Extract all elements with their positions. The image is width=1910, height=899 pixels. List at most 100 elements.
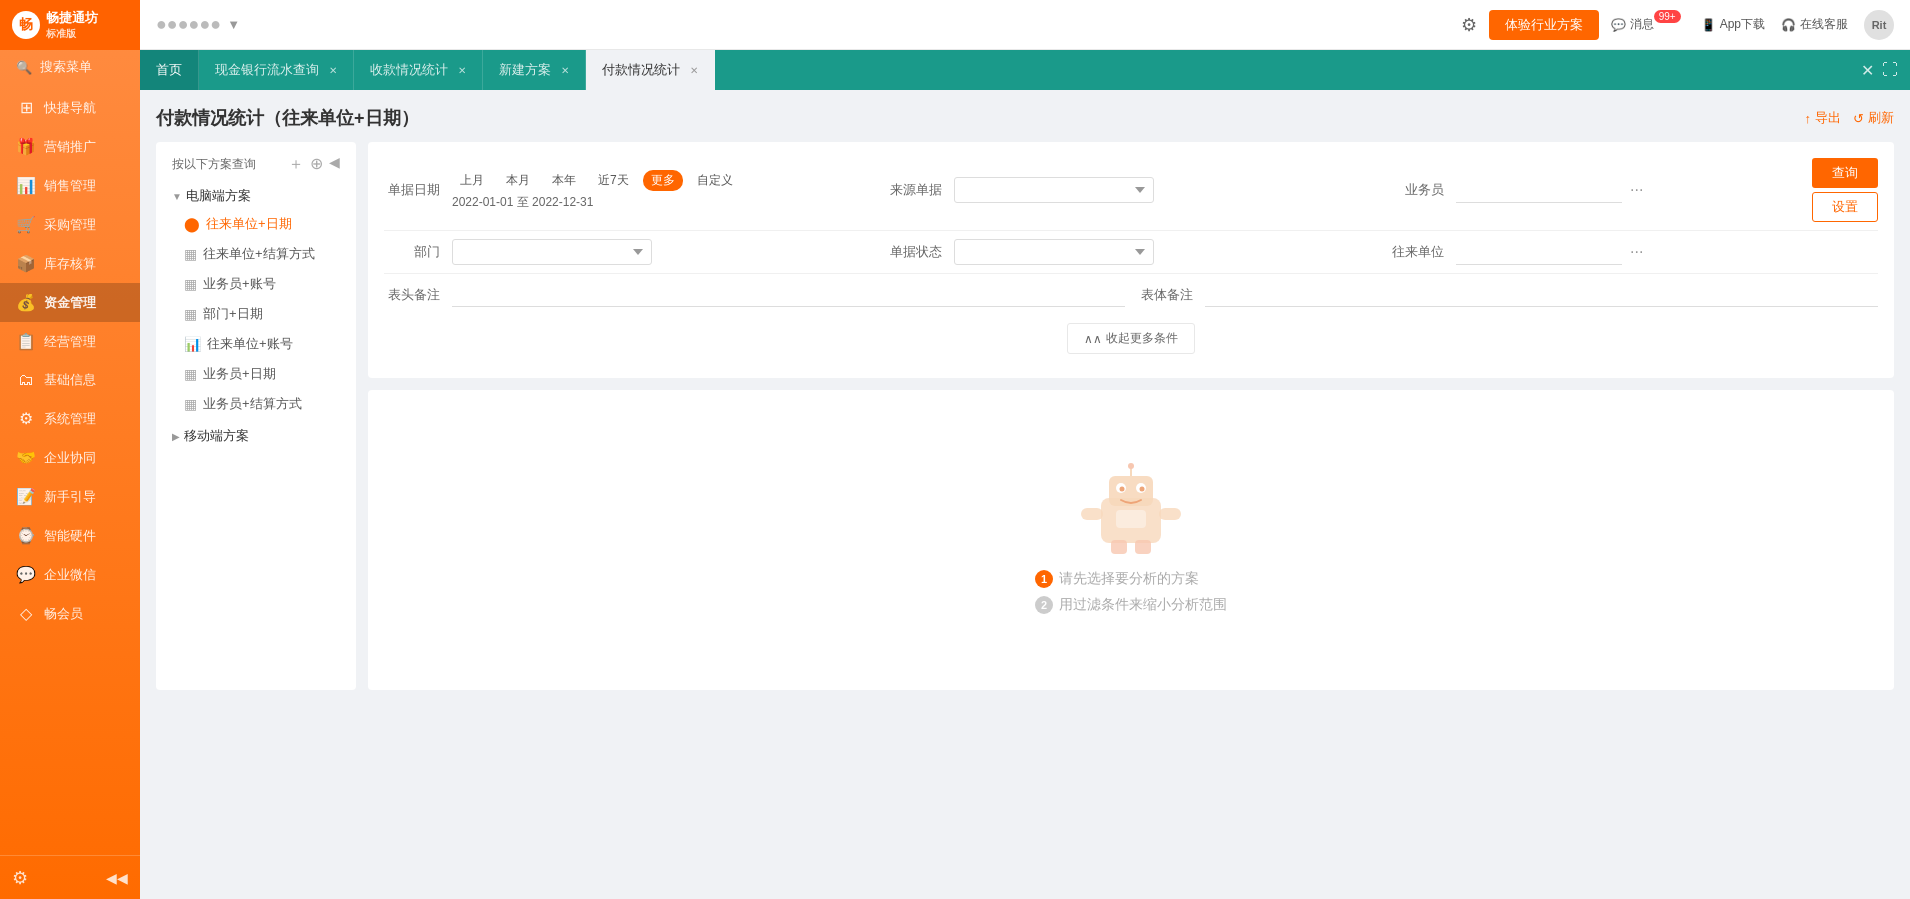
tab-close-receivable[interactable]: ✕: [458, 65, 466, 76]
counterpart-input[interactable]: [1456, 240, 1622, 265]
sidebar-logo: 畅 畅捷通坊 标准版: [0, 0, 140, 50]
enterprise-icon: 🤝: [16, 448, 36, 467]
query-btn[interactable]: 查询: [1812, 158, 1878, 188]
settings-btn[interactable]: 设置: [1812, 192, 1878, 222]
footer-collapse-icon[interactable]: ◀◀: [106, 870, 128, 886]
date-option-this-year[interactable]: 本年: [544, 169, 584, 192]
hardware-icon: ⌚: [16, 526, 36, 545]
tab-close-cash-flow[interactable]: ✕: [329, 65, 337, 76]
svg-point-7: [1128, 463, 1134, 469]
date-option-this-month[interactable]: 本月: [498, 169, 538, 192]
tab-close-all-icon[interactable]: ✕: [1861, 61, 1874, 80]
system-icon: ⚙: [16, 409, 36, 428]
main-layout: 按以下方案查询 ＋ ⊕ ◀ ▼ 电脑端方案 ⬤ 往来单位+日期: [156, 142, 1894, 690]
content-area: 付款情况统计（往来单位+日期） ↑ 导出 ↺ 刷新 按以下方案查询 ＋: [140, 90, 1910, 899]
scheme-item-dept-date[interactable]: ▦ 部门+日期: [164, 299, 348, 329]
notification-badge: 99+: [1654, 10, 1681, 23]
sidebar-item-wechat[interactable]: 💬 企业微信: [0, 555, 140, 594]
scheme-settings-icon[interactable]: ⊕: [310, 154, 323, 175]
sidebar-item-quick-nav[interactable]: ⊞ 快捷导航: [0, 88, 140, 127]
tabbar: 首页 现金银行流水查询 ✕ 收款情况统计 ✕ 新建方案 ✕ 付款情况统计 ✕ ✕…: [140, 50, 1910, 90]
logo-text: 畅捷通坊 标准版: [46, 9, 98, 41]
scheme-item-unit-account[interactable]: 📊 往来单位+账号: [164, 329, 348, 359]
tab-payment-stats[interactable]: 付款情况统计 ✕: [586, 50, 715, 90]
tab-home[interactable]: 首页: [140, 50, 199, 90]
marketing-icon: 🎁: [16, 137, 36, 156]
sidebar-item-system[interactable]: ⚙ 系统管理: [0, 399, 140, 438]
sidebar-item-marketing[interactable]: 🎁 营销推广: [0, 127, 140, 166]
svg-rect-12: [1116, 510, 1146, 528]
scheme-collapse-icon[interactable]: ◀: [329, 154, 340, 175]
svg-rect-11: [1135, 540, 1151, 554]
empty-tips: 请先选择要分析的方案 用过滤条件来缩小分析范围: [1035, 570, 1227, 622]
counterpart-dots[interactable]: ···: [1630, 243, 1643, 261]
collapse-btn[interactable]: ∧∧ 收起更多条件: [1067, 323, 1195, 354]
scheme-item-unit-date[interactable]: ⬤ 往来单位+日期: [164, 209, 348, 239]
date-option-more[interactable]: 更多: [643, 170, 683, 191]
tab-close-payment-stats[interactable]: ✕: [690, 65, 698, 76]
svg-point-5: [1140, 487, 1145, 492]
empty-state: 请先选择要分析的方案 用过滤条件来缩小分析范围: [1035, 390, 1227, 690]
search-menu[interactable]: 🔍 搜索菜单: [0, 50, 140, 84]
header-note-input[interactable]: [452, 282, 1125, 307]
desktop-group-arrow: ▼: [172, 191, 182, 202]
topbar-settings-icon[interactable]: ⚙: [1461, 14, 1477, 36]
collapse-icon: ∧∧: [1084, 332, 1102, 346]
sidebar-item-hardware[interactable]: ⌚ 智能硬件: [0, 516, 140, 555]
tab-new-scheme[interactable]: 新建方案 ✕: [483, 50, 586, 90]
scheme-group-mobile-header[interactable]: ▶ 移动端方案: [164, 423, 348, 449]
sidebar-item-vip[interactable]: ◇ 畅会员: [0, 594, 140, 633]
scheme-item-staff-account[interactable]: ▦ 业务员+账号: [164, 269, 348, 299]
page-header: 付款情况统计（往来单位+日期） ↑ 导出 ↺ 刷新: [156, 106, 1894, 130]
query-actions: 查询 设置: [1812, 158, 1878, 222]
sidebar-item-guide[interactable]: 📝 新手引导: [0, 477, 140, 516]
app-download-action[interactable]: 📱 App下载: [1701, 16, 1765, 33]
date-range: 2022-01-01 至 2022-12-31: [452, 194, 874, 211]
sidebar-item-enterprise[interactable]: 🤝 企业协同: [0, 438, 140, 477]
scheme-group-desktop-header[interactable]: ▼ 电脑端方案: [164, 183, 348, 209]
sidebar-item-purchase[interactable]: 🛒 采购管理: [0, 205, 140, 244]
breadcrumb: ●●●●●● ▼: [156, 14, 1449, 35]
breadcrumb-blurred: ●●●●●●: [156, 14, 221, 35]
message-action[interactable]: 💬 消息 99+: [1611, 16, 1685, 33]
dept-select[interactable]: [452, 239, 652, 265]
dept-field-group: [452, 239, 874, 265]
sidebar-item-operation[interactable]: 📋 经营管理: [0, 322, 140, 361]
sidebar-item-inventory[interactable]: 📦 库存核算: [0, 244, 140, 283]
scheme-icons: ＋ ⊕ ◀: [288, 154, 340, 175]
date-option-custom[interactable]: 自定义: [689, 169, 741, 192]
source-field-group: [954, 177, 1376, 203]
scheme-panel: 按以下方案查询 ＋ ⊕ ◀ ▼ 电脑端方案 ⬤ 往来单位+日期: [156, 142, 356, 690]
tab-close-new-scheme[interactable]: ✕: [561, 65, 569, 76]
sidebar-item-finance[interactable]: 💰 资金管理: [0, 283, 140, 322]
doc-status-select[interactable]: [954, 239, 1154, 265]
topbar-actions: 💬 消息 99+ 📱 App下载 🎧 在线客服 Rit: [1611, 10, 1894, 40]
scheme-item-staff-settle[interactable]: ▦ 业务员+结算方式: [164, 389, 348, 419]
tab-fullscreen-icon[interactable]: ⛶: [1882, 61, 1898, 79]
sidebar-item-sales[interactable]: 📊 销售管理: [0, 166, 140, 205]
body-note-input[interactable]: [1205, 282, 1878, 307]
service-action[interactable]: 🎧 在线客服: [1781, 16, 1848, 33]
scheme-item-unit-settle[interactable]: ▦ 往来单位+结算方式: [164, 239, 348, 269]
date-option-7days[interactable]: 近7天: [590, 169, 637, 192]
logo-icon: 畅: [12, 11, 40, 39]
guide-icon: 📝: [16, 487, 36, 506]
svg-rect-1: [1109, 476, 1153, 506]
staff-input[interactable]: [1456, 178, 1622, 203]
user-avatar[interactable]: Rit: [1864, 10, 1894, 40]
refresh-btn[interactable]: ↺ 刷新: [1853, 109, 1894, 127]
date-option-last-month[interactable]: 上月: [452, 169, 492, 192]
staff-dots[interactable]: ···: [1630, 181, 1643, 199]
tab-cash-flow[interactable]: 现金银行流水查询 ✕: [199, 50, 354, 90]
scheme-add-icon[interactable]: ＋: [288, 154, 304, 175]
purchase-icon: 🛒: [16, 215, 36, 234]
tab-receivable[interactable]: 收款情况统计 ✕: [354, 50, 483, 90]
scheme-item-staff-date[interactable]: ▦ 业务员+日期: [164, 359, 348, 389]
trial-btn[interactable]: 体验行业方案: [1489, 10, 1599, 40]
sidebar: 畅 畅捷通坊 标准版 🔍 搜索菜单 ⊞ 快捷导航 🎁 营销推广 📊 销售管理 🛒…: [0, 0, 140, 899]
footer-settings-icon[interactable]: ⚙: [12, 867, 28, 889]
export-icon: ↑: [1805, 111, 1812, 126]
sidebar-item-basic[interactable]: 🗂 基础信息: [0, 361, 140, 399]
export-btn[interactable]: ↑ 导出: [1805, 109, 1842, 127]
source-select[interactable]: [954, 177, 1154, 203]
